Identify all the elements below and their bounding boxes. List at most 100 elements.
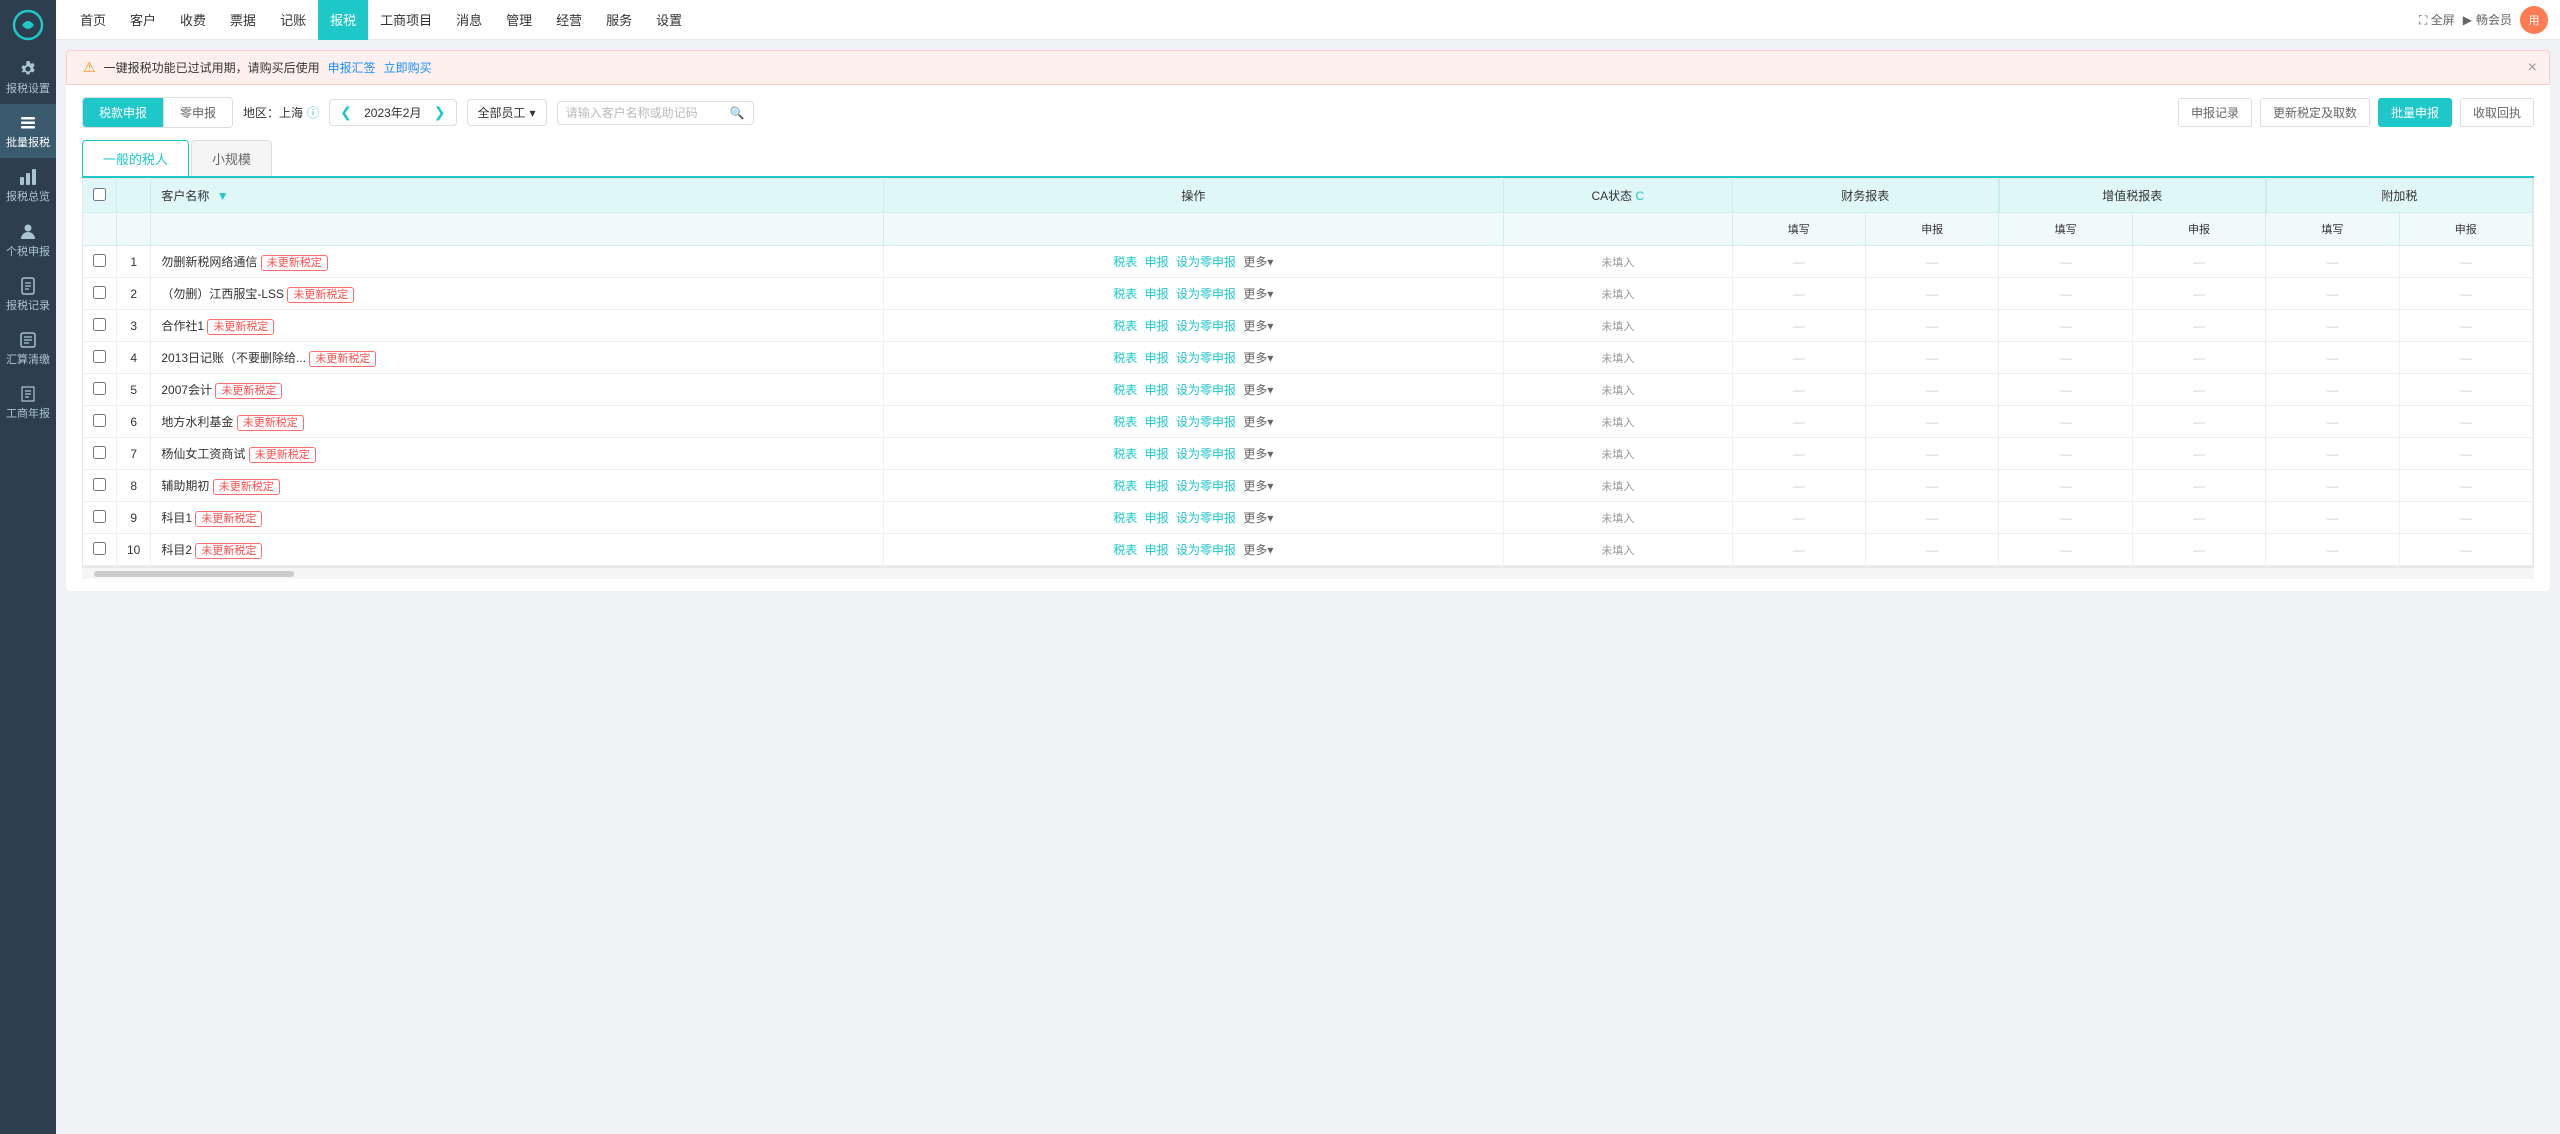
op-zero-declare[interactable]: 设为零申报 — [1176, 319, 1236, 333]
op-declare[interactable]: 申报 — [1145, 479, 1169, 493]
search-icon[interactable]: 🔍 — [730, 106, 745, 120]
customer-name-text: 辅助期初 — [161, 479, 209, 493]
sidebar-item-annual-report[interactable]: 工商年报 — [0, 375, 56, 429]
row-checkbox[interactable] — [93, 318, 106, 331]
op-more[interactable]: 更多▾ — [1243, 511, 1273, 525]
subtab-general[interactable]: 一般的税人 — [82, 140, 189, 176]
op-tax-table[interactable]: 税表 — [1113, 351, 1137, 365]
member-btn[interactable]: ▶ 畅会员 — [2463, 11, 2512, 28]
op-declare[interactable]: 申报 — [1145, 447, 1169, 461]
notif-link-buy[interactable]: 立即购买 — [384, 59, 432, 76]
op-zero-declare[interactable]: 设为零申报 — [1176, 287, 1236, 301]
app-logo[interactable] — [0, 0, 56, 50]
op-zero-declare[interactable]: 设为零申报 — [1176, 255, 1236, 269]
info-icon[interactable]: ⓘ — [307, 104, 319, 121]
horizontal-scrollbar[interactable] — [82, 567, 2534, 579]
op-zero-declare[interactable]: 设为零申报 — [1176, 479, 1236, 493]
row-checkbox[interactable] — [93, 510, 106, 523]
op-zero-declare[interactable]: 设为零申报 — [1176, 351, 1236, 365]
row-checkbox[interactable] — [93, 350, 106, 363]
nav-services[interactable]: 服务 — [594, 0, 644, 40]
op-tax-table[interactable]: 税表 — [1113, 287, 1137, 301]
th-sub-fill2: 填写 — [1999, 213, 2132, 246]
op-declare[interactable]: 申报 — [1145, 415, 1169, 429]
notif-close-btn[interactable]: × — [2528, 59, 2537, 77]
op-declare[interactable]: 申报 — [1145, 319, 1169, 333]
nav-settings[interactable]: 设置 — [644, 0, 694, 40]
row-val-5: — — [2399, 502, 2532, 534]
op-tax-table[interactable]: 税表 — [1113, 415, 1137, 429]
nav-tax[interactable]: 报税 — [318, 0, 368, 40]
select-all-checkbox[interactable] — [93, 188, 106, 201]
sidebar-item-tax-overview[interactable]: 报税总览 — [0, 158, 56, 212]
prev-month-btn[interactable]: ❮ — [340, 104, 352, 121]
ca-info-icon[interactable]: C — [1635, 189, 1644, 203]
op-zero-declare[interactable]: 设为零申报 — [1176, 447, 1236, 461]
sidebar-item-tax-settings[interactable]: 报税设置 — [0, 50, 56, 104]
row-checkbox[interactable] — [93, 478, 106, 491]
nav-commerce[interactable]: 工商项目 — [368, 0, 444, 40]
sidebar-item-personal-tax[interactable]: 个税申报 — [0, 213, 56, 267]
nav-clients[interactable]: 客户 — [118, 0, 168, 40]
op-more[interactable]: 更多▾ — [1243, 447, 1273, 461]
row-checkbox[interactable] — [93, 542, 106, 555]
nav-billing[interactable]: 收费 — [168, 0, 218, 40]
row-checkbox[interactable] — [93, 414, 106, 427]
user-avatar[interactable]: 用 — [2520, 6, 2548, 34]
row-val-2: — — [1999, 342, 2132, 374]
op-more[interactable]: 更多▾ — [1243, 415, 1273, 429]
op-zero-declare[interactable]: 设为零申报 — [1176, 511, 1236, 525]
search-input[interactable] — [566, 106, 726, 120]
records-btn[interactable]: 申报记录 — [2178, 98, 2252, 127]
op-more[interactable]: 更多▾ — [1243, 383, 1273, 397]
nav-invoices[interactable]: 票据 — [218, 0, 268, 40]
update-btn[interactable]: 更新税定及取数 — [2260, 98, 2370, 127]
fullscreen-btn[interactable]: ⛶ 全屏 — [2419, 11, 2455, 28]
op-more[interactable]: 更多▾ — [1243, 319, 1273, 333]
op-zero-declare[interactable]: 设为零申报 — [1176, 383, 1236, 397]
op-zero-declare[interactable]: 设为零申报 — [1176, 543, 1236, 557]
op-more[interactable]: 更多▾ — [1243, 543, 1273, 557]
sidebar-item-tax-record[interactable]: 报税记录 — [0, 267, 56, 321]
op-declare[interactable]: 申报 — [1145, 255, 1169, 269]
collect-receipt-btn[interactable]: 收取回执 — [2460, 98, 2534, 127]
op-tax-table[interactable]: 税表 — [1113, 447, 1137, 461]
scrollbar-thumb[interactable] — [94, 571, 294, 577]
batch-declare-btn[interactable]: 批量申报 — [2378, 98, 2452, 127]
sidebar-item-settlement[interactable]: 汇算清缴 — [0, 321, 56, 375]
op-tax-table[interactable]: 税表 — [1113, 543, 1137, 557]
subtab-small-scale[interactable]: 小规模 — [191, 140, 272, 176]
op-tax-table[interactable]: 税表 — [1113, 479, 1137, 493]
op-more[interactable]: 更多▾ — [1243, 255, 1273, 269]
op-tax-table[interactable]: 税表 — [1113, 383, 1137, 397]
row-checkbox[interactable] — [93, 254, 106, 267]
op-more[interactable]: 更多▾ — [1243, 479, 1273, 493]
op-declare[interactable]: 申报 — [1145, 543, 1169, 557]
op-declare[interactable]: 申报 — [1145, 511, 1169, 525]
sort-icon[interactable]: ▼ — [217, 189, 229, 203]
nav-operations[interactable]: 经营 — [544, 0, 594, 40]
op-declare[interactable]: 申报 — [1145, 287, 1169, 301]
row-checkbox[interactable] — [93, 446, 106, 459]
tab-tax-declaration[interactable]: 税款申报 — [83, 98, 164, 127]
next-month-btn[interactable]: ❯ — [434, 104, 446, 121]
op-more[interactable]: 更多▾ — [1243, 351, 1273, 365]
sidebar-item-batch-tax[interactable]: 批量报税 — [0, 104, 56, 158]
nav-messages[interactable]: 消息 — [444, 0, 494, 40]
staff-selector[interactable]: 全部员工 ▾ — [467, 99, 547, 126]
nav-management[interactable]: 管理 — [494, 0, 544, 40]
tab-zero-declaration[interactable]: 零申报 — [164, 98, 232, 127]
row-checkbox[interactable] — [93, 382, 106, 395]
nav-home[interactable]: 首页 — [68, 0, 118, 40]
op-tax-table[interactable]: 税表 — [1113, 319, 1137, 333]
notif-link-report[interactable]: 申报汇签 — [328, 59, 376, 76]
row-checkbox[interactable] — [93, 286, 106, 299]
op-zero-declare[interactable]: 设为零申报 — [1176, 415, 1236, 429]
nav-bookkeeping[interactable]: 记账 — [268, 0, 318, 40]
op-more[interactable]: 更多▾ — [1243, 287, 1273, 301]
op-tax-table[interactable]: 税表 — [1113, 511, 1137, 525]
row-ca-status: 未填入 — [1504, 406, 1733, 438]
op-declare[interactable]: 申报 — [1145, 351, 1169, 365]
op-tax-table[interactable]: 税表 — [1113, 255, 1137, 269]
op-declare[interactable]: 申报 — [1145, 383, 1169, 397]
